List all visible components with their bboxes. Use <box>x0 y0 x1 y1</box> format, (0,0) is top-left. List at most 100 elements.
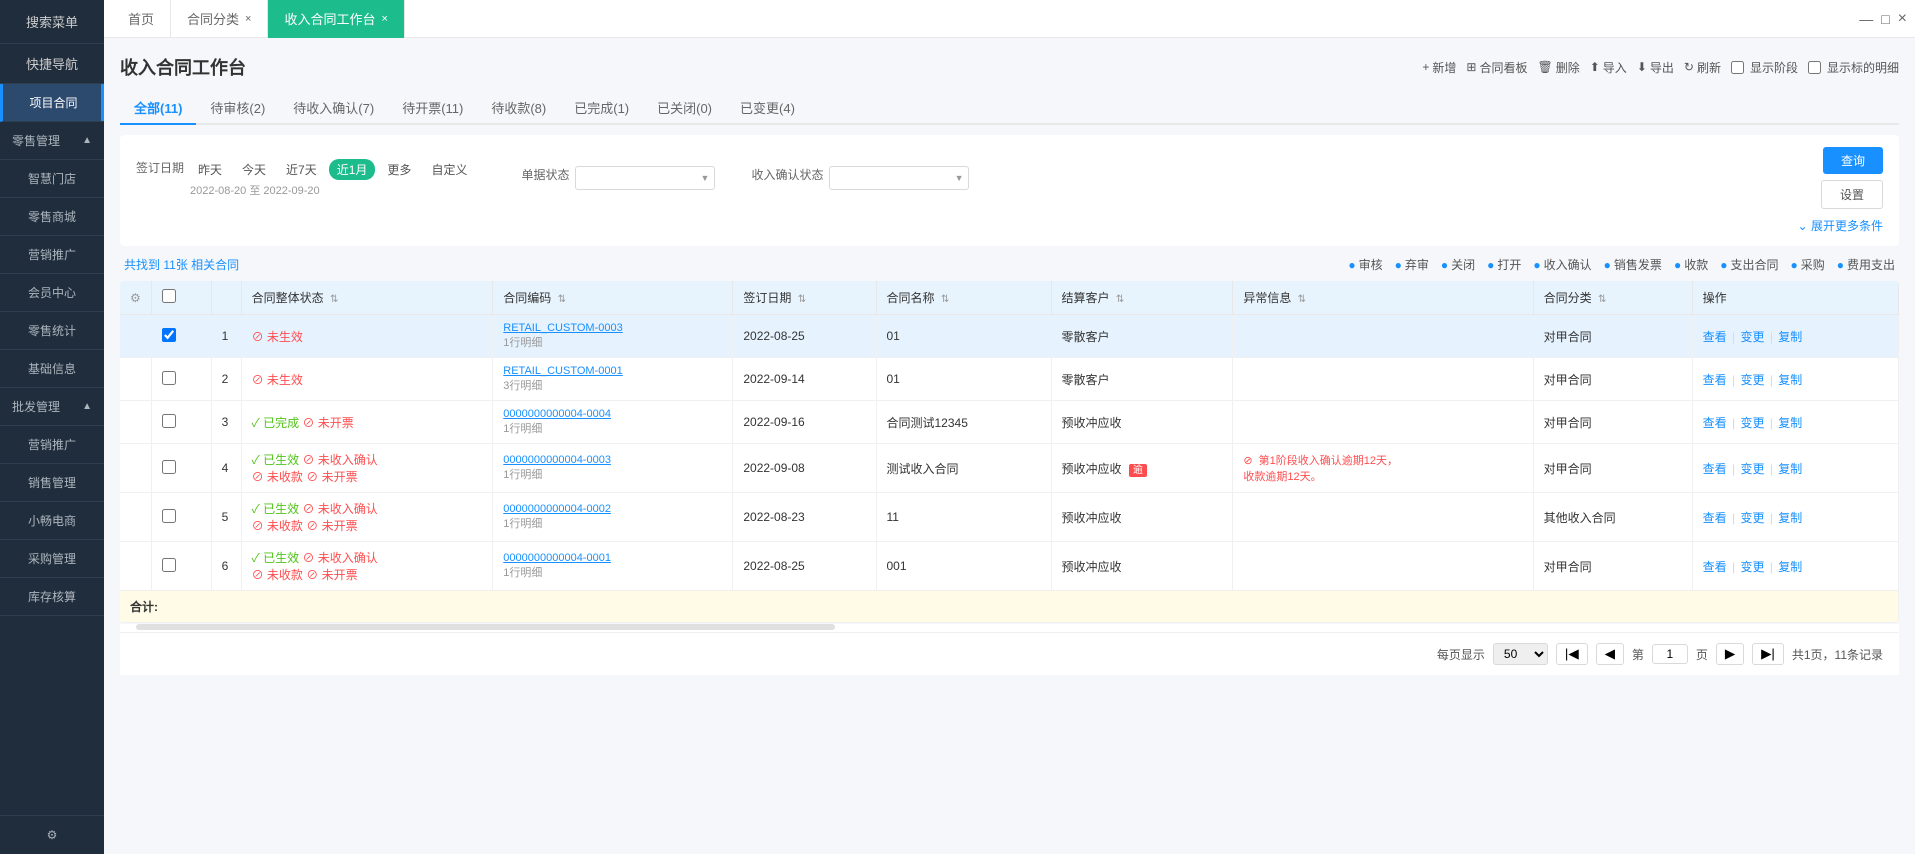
filter-tab-closed[interactable]: 已关闭(0) <box>643 92 726 125</box>
filter-tab-completed[interactable]: 已完成(1) <box>560 92 643 125</box>
sidebar-item-marketing[interactable]: 营销推广 <box>0 236 104 274</box>
action-sales-invoice[interactable]: ● 销售发票 <box>1604 256 1662 273</box>
row-checkbox[interactable] <box>162 414 176 428</box>
filter-tab-pending-collect[interactable]: 待收款(8) <box>477 92 560 125</box>
expand-more-btn[interactable]: ⌄ 展开更多条件 <box>1798 217 1883 234</box>
col-date-header[interactable]: 签订日期 ⇅ <box>733 281 876 315</box>
copy-btn[interactable]: 复制 <box>1778 330 1802 344</box>
contract-code-link[interactable]: RETAIL_CUSTOM-0003 <box>503 322 722 334</box>
new-button[interactable]: + 新增 <box>1422 59 1456 76</box>
row-checkbox[interactable] <box>162 558 176 572</box>
date-opt-today[interactable]: 今天 <box>234 159 274 180</box>
action-income-confirm[interactable]: ● 收入确认 <box>1533 256 1591 273</box>
tab-income-workbench[interactable]: 收入合同工作台 × <box>268 0 404 38</box>
view-btn[interactable]: 查看 <box>1703 373 1727 387</box>
row-col-check[interactable] <box>151 401 211 444</box>
filter-tab-pending-review[interactable]: 待审核(2) <box>196 92 279 125</box>
show-stage-checkbox[interactable] <box>1731 61 1744 74</box>
col-settings[interactable]: ⚙ <box>120 281 151 315</box>
edit-btn[interactable]: 变更 <box>1740 560 1764 574</box>
sidebar-item-shop[interactable]: 零售商城 <box>0 198 104 236</box>
import-button[interactable]: ⬆ 导入 <box>1590 59 1627 76</box>
last-page-btn[interactable]: ▶| <box>1752 643 1784 665</box>
col-checkbox-header[interactable] <box>151 281 211 315</box>
scrollbar-thumb[interactable] <box>136 624 835 630</box>
settings-button[interactable]: ⚙ <box>0 815 104 854</box>
edit-btn[interactable]: 变更 <box>1740 330 1764 344</box>
show-detail-checkbox[interactable] <box>1808 61 1821 74</box>
action-abandon[interactable]: ● 弃审 <box>1395 256 1429 273</box>
tab-contract-category[interactable]: 合同分类 × <box>171 0 268 38</box>
close-icon[interactable]: × <box>1898 10 1907 28</box>
copy-btn[interactable]: 复制 <box>1778 511 1802 525</box>
contract-code-link[interactable]: 0000000000004-0004 <box>503 408 722 420</box>
col-customer-header[interactable]: 结算客户 ⇅ <box>1051 281 1233 315</box>
first-page-btn[interactable]: |◀ <box>1556 643 1588 665</box>
edit-btn[interactable]: 变更 <box>1740 462 1764 476</box>
copy-btn[interactable]: 复制 <box>1778 416 1802 430</box>
edit-btn[interactable]: 变更 <box>1740 511 1764 525</box>
view-btn[interactable]: 查看 <box>1703 462 1727 476</box>
contract-code-link[interactable]: 0000000000004-0001 <box>503 552 722 564</box>
action-close[interactable]: ● 关闭 <box>1441 256 1475 273</box>
filter-tab-all[interactable]: 全部(11) <box>120 92 196 125</box>
prev-page-btn[interactable]: ◀ <box>1596 643 1624 665</box>
col-status-header[interactable]: 合同整体状态 ⇅ <box>241 281 493 315</box>
action-expense-out[interactable]: ● 支出合同 <box>1720 256 1778 273</box>
sidebar-item-project[interactable]: 项目合同 <box>0 84 104 122</box>
action-collect[interactable]: ● 收款 <box>1674 256 1708 273</box>
next-page-btn[interactable]: ▶ <box>1716 643 1744 665</box>
row-col-check[interactable] <box>151 315 211 358</box>
sidebar-quick-nav[interactable]: 快捷导航 <box>0 44 104 84</box>
sidebar-item-xiaowei[interactable]: 小畅电商 <box>0 502 104 540</box>
filter-tab-pending-confirm[interactable]: 待收入确认(7) <box>279 92 388 125</box>
view-btn[interactable]: 查看 <box>1703 330 1727 344</box>
action-review[interactable]: ● 审核 <box>1348 256 1382 273</box>
sidebar-search[interactable]: 搜索菜单 <box>0 0 104 44</box>
page-number-input[interactable] <box>1652 644 1688 664</box>
action-open[interactable]: ● 打开 <box>1487 256 1521 273</box>
col-abnormal-header[interactable]: 异常信息 ⇅ <box>1233 281 1533 315</box>
tab-home[interactable]: 首页 <box>112 0 171 38</box>
contract-code-link[interactable]: RETAIL_CUSTOM-0001 <box>503 365 722 377</box>
export-button[interactable]: ⬇ 导出 <box>1637 59 1674 76</box>
view-btn[interactable]: 查看 <box>1703 560 1727 574</box>
col-code-header[interactable]: 合同编码 ⇅ <box>493 281 733 315</box>
row-checkbox[interactable] <box>162 371 176 385</box>
row-col-check[interactable] <box>151 493 211 542</box>
date-opt-last7[interactable]: 近7天 <box>278 159 325 180</box>
sidebar-item-base[interactable]: 基础信息 <box>0 350 104 388</box>
minimize-icon[interactable]: — <box>1859 11 1873 27</box>
sidebar-item-member[interactable]: 会员中心 <box>0 274 104 312</box>
row-checkbox[interactable] <box>162 460 176 474</box>
date-opt-yesterday[interactable]: 昨天 <box>190 159 230 180</box>
row-col-check[interactable] <box>151 444 211 493</box>
filter-tab-changed[interactable]: 已变更(4) <box>726 92 809 125</box>
show-stage-checkbox-label[interactable]: 显示阶段 <box>1731 59 1798 76</box>
edit-btn[interactable]: 变更 <box>1740 416 1764 430</box>
row-col-check[interactable] <box>151 542 211 591</box>
copy-btn[interactable]: 复制 <box>1778 560 1802 574</box>
contract-code-link[interactable]: 0000000000004-0002 <box>503 503 722 515</box>
delete-button[interactable]: 🗑 删除 <box>1537 59 1579 76</box>
date-opt-more[interactable]: 更多 <box>379 159 419 180</box>
contract-code-link[interactable]: 0000000000004-0003 <box>503 454 722 466</box>
col-name-header[interactable]: 合同名称 ⇅ <box>876 281 1051 315</box>
view-btn[interactable]: 查看 <box>1703 511 1727 525</box>
sidebar-item-mkt2[interactable]: 营销推广 <box>0 426 104 464</box>
date-opt-custom[interactable]: 自定义 <box>423 159 475 180</box>
action-purchase[interactable]: ● 采购 <box>1790 256 1824 273</box>
sidebar-item-smart[interactable]: 智慧门店 <box>0 160 104 198</box>
query-button[interactable]: 查询 <box>1823 147 1883 174</box>
edit-btn[interactable]: 变更 <box>1740 373 1764 387</box>
copy-btn[interactable]: 复制 <box>1778 462 1802 476</box>
row-col-check[interactable] <box>151 358 211 401</box>
doc-status-select[interactable] <box>575 166 715 190</box>
row-checkbox[interactable] <box>162 509 176 523</box>
close-tab-income-workbench[interactable]: × <box>381 13 387 25</box>
row-checkbox[interactable] <box>162 328 176 342</box>
close-tab-contract-category[interactable]: × <box>245 13 251 25</box>
action-fee-out[interactable]: ● 费用支出 <box>1837 256 1895 273</box>
copy-btn[interactable]: 复制 <box>1778 373 1802 387</box>
sidebar-item-sales[interactable]: 销售管理 <box>0 464 104 502</box>
